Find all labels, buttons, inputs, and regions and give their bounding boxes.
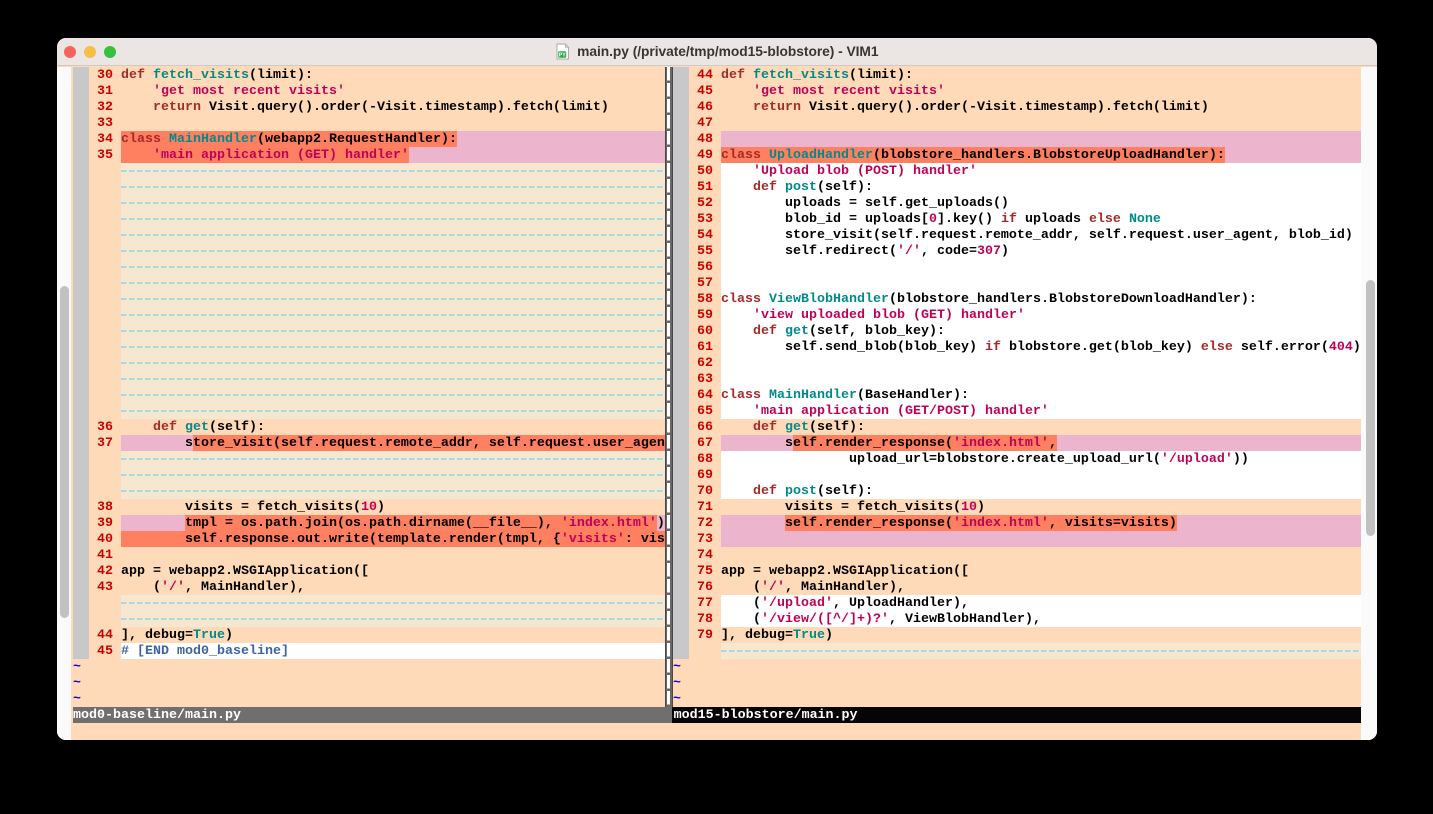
svg-text:PY: PY	[559, 53, 566, 59]
